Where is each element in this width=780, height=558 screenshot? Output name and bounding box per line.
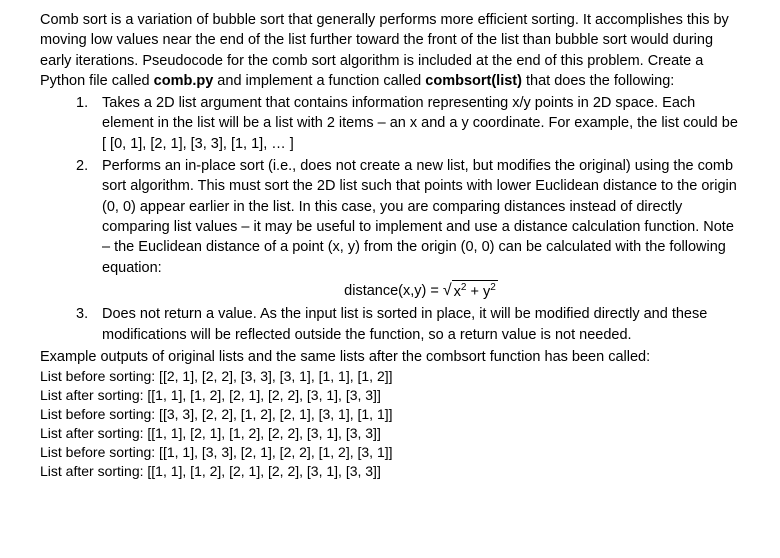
example-line: List after sorting: [[1, 1], [1, 2], [2,… (40, 462, 740, 481)
distance-formula: distance(x,y) = √x2 + y2 (102, 280, 740, 302)
item-text: Does not return a value. As the input li… (102, 306, 707, 342)
list-item: 1. Takes a 2D list argument that contain… (102, 93, 740, 154)
requirements-list: 1. Takes a 2D list argument that contain… (40, 93, 740, 345)
list-item: 3. Does not return a value. As the input… (102, 304, 740, 345)
example-line: List before sorting: [[2, 1], [2, 2], [3… (40, 367, 740, 386)
sqrt-expression: √x2 + y2 (443, 280, 498, 302)
example-line: List after sorting: [[1, 1], [1, 2], [2,… (40, 386, 740, 405)
intro-text-c: that does the following: (522, 73, 674, 89)
item-number: 1. (76, 93, 88, 113)
sqrt-icon: √ (443, 280, 452, 302)
plus-y: + y (466, 284, 490, 300)
example-line: List after sorting: [[1, 1], [2, 1], [1,… (40, 424, 740, 443)
intro-paragraph: Comb sort is a variation of bubble sort … (40, 10, 740, 91)
x-term: x (454, 284, 461, 300)
examples-heading: Example outputs of original lists and th… (40, 347, 740, 367)
list-item: 2. Performs an in-place sort (i.e., does… (102, 156, 740, 302)
item-number: 2. (76, 156, 88, 176)
item-text: Performs an in-place sort (i.e., does no… (102, 158, 737, 275)
funcname-bold: combsort(list) (425, 73, 522, 89)
example-line: List before sorting: [[1, 1], [3, 3], [2… (40, 443, 740, 462)
formula-left: distance(x,y) = (344, 283, 443, 299)
intro-text-b: and implement a function called (213, 73, 425, 89)
item-text: Takes a 2D list argument that contains i… (102, 95, 738, 152)
item-number: 3. (76, 304, 88, 324)
sqrt-body: x2 + y2 (452, 280, 498, 302)
example-line: List before sorting: [[3, 3], [2, 2], [1… (40, 405, 740, 424)
y-exponent: 2 (490, 282, 496, 293)
filename-bold: comb.py (154, 73, 214, 89)
